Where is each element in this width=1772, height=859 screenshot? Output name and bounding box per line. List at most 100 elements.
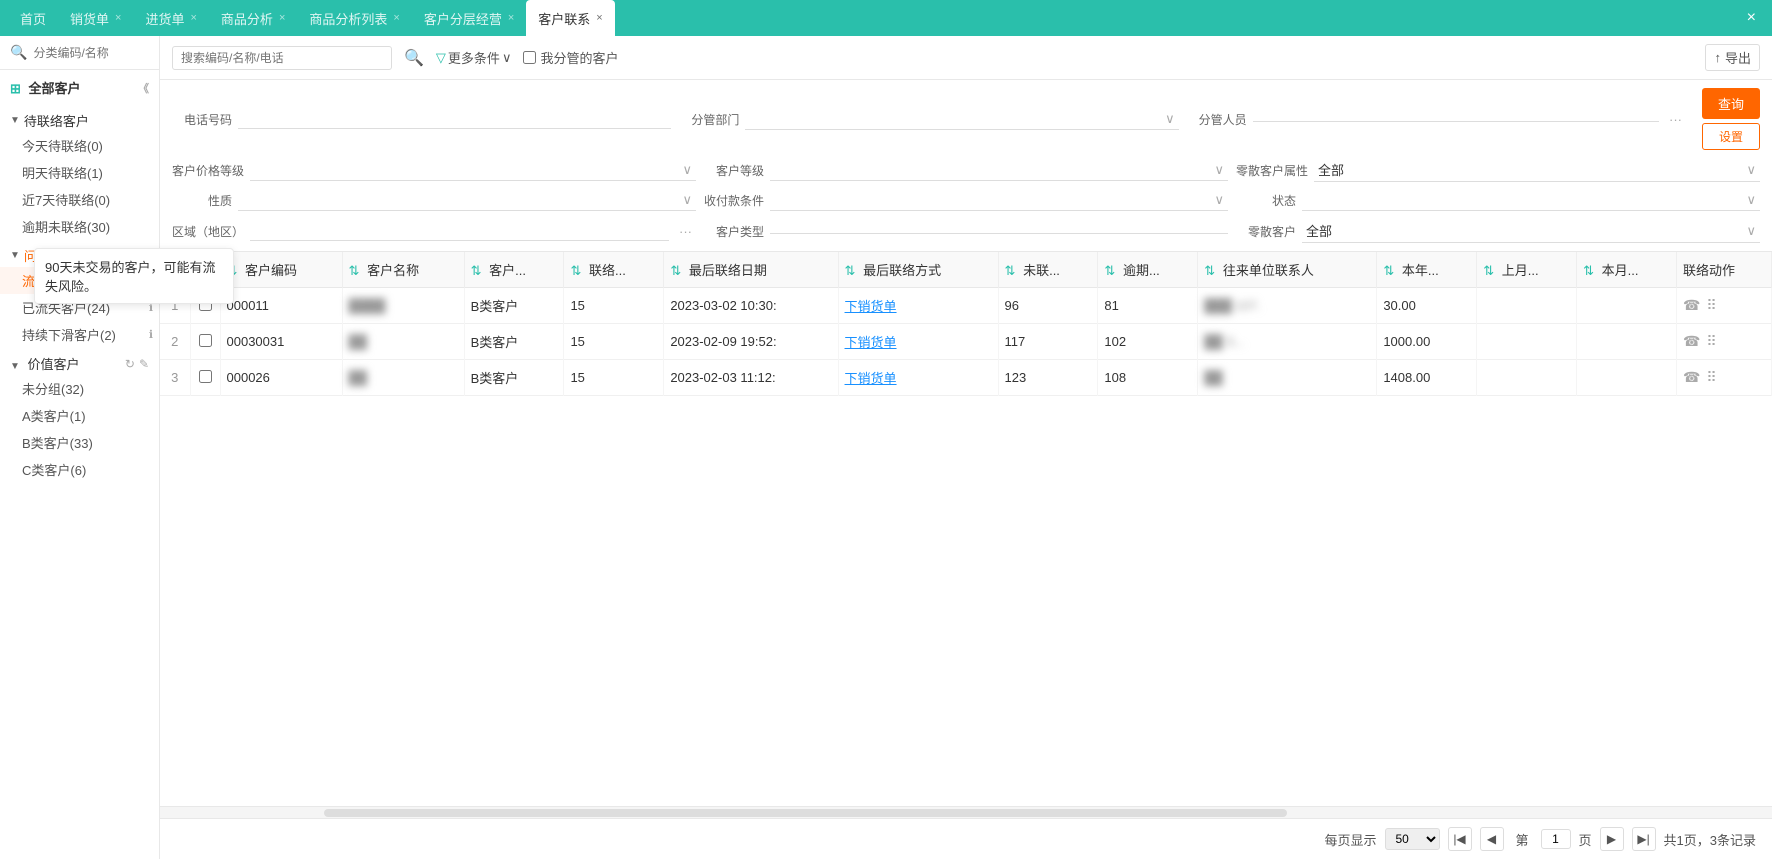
tab-customer-contact[interactable]: 客户联系 ×: [526, 0, 614, 36]
filter-field-price-level: 客户价格等级 ∨: [172, 160, 696, 181]
cell-lm-1: [1477, 288, 1577, 324]
filter-field-retail-attr: 零散客户属性 全部 ∨: [1236, 158, 1760, 182]
row-checkbox-2[interactable]: [199, 334, 212, 347]
chevron-icon-level: ∨: [1214, 162, 1224, 178]
page-number-input[interactable]: [1541, 829, 1571, 849]
retail-attr-select[interactable]: 全部 ∨: [1314, 158, 1760, 182]
tab-home[interactable]: 首页: [8, 0, 58, 36]
cell-nc-3: 123: [998, 360, 1098, 396]
manager-select[interactable]: [1253, 117, 1659, 122]
sidebar-item-7days[interactable]: 近7天待联络(0): [0, 186, 159, 213]
sidebar-search-input[interactable]: [33, 46, 149, 60]
sidebar-item-tomorrow[interactable]: 明天待联络(1): [0, 159, 159, 186]
sort-icon-contact[interactable]: ⇅: [570, 263, 581, 278]
sort-icon-tm[interactable]: ⇅: [1583, 263, 1594, 278]
manager-more-icon[interactable]: ···: [1665, 112, 1686, 127]
sort-icon-date[interactable]: ⇅: [670, 263, 681, 278]
close-tab-customer-layer[interactable]: ×: [508, 12, 514, 24]
row-checkbox-3[interactable]: [199, 370, 212, 383]
cell-cp-1: ███ 107.: [1198, 288, 1377, 324]
method-link-2[interactable]: 下销货单: [845, 335, 897, 350]
contact-icon-2[interactable]: ☎: [1683, 333, 1700, 350]
payment-select[interactable]: ∨: [770, 190, 1228, 211]
status-select[interactable]: ∨: [1302, 190, 1760, 211]
retail-customer-select[interactable]: 全部 ∨: [1302, 219, 1760, 243]
tab-sales[interactable]: 销货单 ×: [58, 0, 133, 36]
region-input[interactable]: [250, 222, 669, 241]
method-link-1[interactable]: 下销货单: [845, 299, 897, 314]
scrollbar-thumb[interactable]: [324, 809, 1286, 817]
close-tab-sales[interactable]: ×: [115, 12, 121, 24]
action-buttons: 查询 设置: [1702, 88, 1760, 150]
close-tab-product-analysis[interactable]: ×: [279, 12, 285, 24]
sidebar-item-declining[interactable]: 持续下滑客户(2) ℹ: [0, 321, 159, 348]
customer-type-select[interactable]: [770, 229, 1228, 234]
sort-icon-type[interactable]: ⇅: [471, 263, 482, 278]
region-more-icon[interactable]: ···: [675, 224, 696, 239]
edit-icon[interactable]: ✎: [139, 357, 149, 371]
cell-date-3: 2023-02-03 11:12:: [664, 360, 838, 396]
tab-product-analysis[interactable]: 商品分析 ×: [209, 0, 297, 36]
close-tab-product-list[interactable]: ×: [393, 12, 399, 24]
customer-level-select[interactable]: ∨: [770, 160, 1228, 181]
close-tab-customer-contact[interactable]: ×: [596, 12, 602, 24]
sidebar-group-pending[interactable]: ▼ 待联络客户: [0, 105, 159, 132]
sidebar-item-overdue[interactable]: 逾期未联络(30): [0, 213, 159, 240]
sidebar-item-ungroup[interactable]: 未分组(32): [0, 375, 159, 402]
phone-input[interactable]: [238, 110, 671, 129]
page-size-select[interactable]: 50 100 200: [1385, 828, 1440, 850]
horizontal-scrollbar[interactable]: [160, 806, 1772, 818]
next-page-button[interactable]: ▶: [1600, 827, 1624, 851]
arrow-icon-value: ▼: [10, 361, 20, 372]
tab-purchase[interactable]: 进货单 ×: [133, 0, 208, 36]
cell-action-1: ☎ ⠿: [1676, 288, 1771, 324]
cell-contact-2: 15: [564, 324, 664, 360]
more-conditions-button[interactable]: ▽ 更多条件 ∨: [436, 48, 512, 67]
sort-icon-ty[interactable]: ⇅: [1383, 263, 1394, 278]
last-page-button[interactable]: ▶|: [1632, 827, 1656, 851]
app-close-button[interactable]: ×: [1739, 9, 1764, 27]
my-customers-checkbox[interactable]: 我分管的客户: [523, 48, 618, 67]
filter-search-input[interactable]: [172, 46, 392, 70]
first-page-button[interactable]: |◀: [1448, 827, 1472, 851]
settings-button[interactable]: 设置: [1702, 123, 1760, 150]
sidebar-item-b-class[interactable]: B类客户(33): [0, 429, 159, 456]
tab-customer-layer[interactable]: 客户分层经营 ×: [412, 0, 526, 36]
chevron-icon: ∨: [1165, 111, 1175, 127]
sort-icon-od[interactable]: ⇅: [1104, 263, 1115, 278]
chevron-icon-gender: ∨: [682, 192, 692, 208]
cell-name-1: ████: [342, 288, 464, 324]
more-action-icon-1[interactable]: ⠿: [1706, 297, 1716, 314]
sidebar-all-customers[interactable]: ⊞ 全部客户 《: [0, 70, 159, 105]
my-customers-check[interactable]: [523, 51, 536, 64]
close-tab-purchase[interactable]: ×: [190, 12, 196, 24]
more-action-icon-3[interactable]: ⠿: [1706, 369, 1716, 386]
filter-search-button[interactable]: 🔍: [404, 48, 424, 68]
gender-select[interactable]: ∨: [238, 190, 696, 211]
export-button[interactable]: ↑ 导出: [1705, 44, 1760, 71]
price-level-select[interactable]: ∨: [250, 160, 696, 181]
prev-page-button[interactable]: ◀: [1480, 827, 1504, 851]
sidebar-item-today[interactable]: 今天待联络(0): [0, 132, 159, 159]
cell-tm-1: [1577, 288, 1677, 324]
sidebar-item-a-class[interactable]: A类客户(1): [0, 402, 159, 429]
method-link-3[interactable]: 下销货单: [845, 371, 897, 386]
sidebar-item-c-class[interactable]: C类客户(6): [0, 456, 159, 483]
tab-bar: 首页 销货单 × 进货单 × 商品分析 × 商品分析列表 × 客户分层经营 × …: [0, 0, 1772, 36]
query-button[interactable]: 查询: [1702, 88, 1760, 119]
cell-code-3: 000026: [220, 360, 342, 396]
sort-icon-method[interactable]: ⇅: [845, 263, 856, 278]
department-select[interactable]: ∨: [745, 109, 1178, 130]
contact-icon-3[interactable]: ☎: [1683, 369, 1700, 386]
sidebar-group-value[interactable]: ▼ 价值客户 ↻ ✎: [0, 348, 159, 375]
info-icon-declining: ℹ: [149, 328, 153, 341]
sort-icon-cp[interactable]: ⇅: [1204, 263, 1215, 278]
tab-product-list[interactable]: 商品分析列表 ×: [297, 0, 411, 36]
sort-icon-lm[interactable]: ⇅: [1483, 263, 1494, 278]
sort-icon-name[interactable]: ⇅: [349, 263, 360, 278]
refresh-icon[interactable]: ↻: [125, 357, 135, 371]
cell-nc-1: 96: [998, 288, 1098, 324]
sort-icon-nc[interactable]: ⇅: [1005, 263, 1016, 278]
contact-icon-1[interactable]: ☎: [1683, 297, 1700, 314]
more-action-icon-2[interactable]: ⠿: [1706, 333, 1716, 350]
